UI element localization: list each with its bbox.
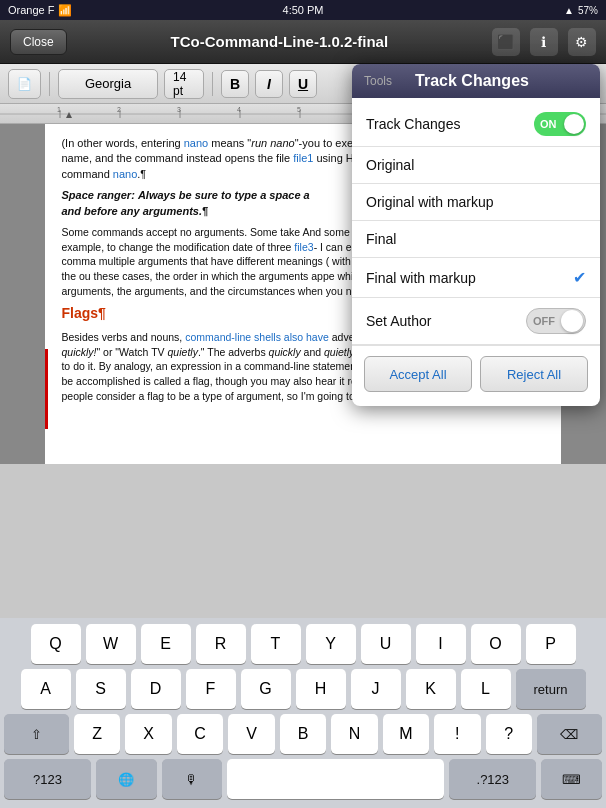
key-o[interactable]: O [471, 624, 521, 664]
time-label: 4:50 PM [283, 4, 324, 16]
key-k[interactable]: K [406, 669, 456, 709]
svg-text:4: 4 [237, 106, 241, 113]
set-author-off-label: OFF [533, 315, 555, 327]
carrier-label: Orange F [8, 4, 54, 16]
key-z[interactable]: Z [74, 714, 120, 754]
key-shift[interactable]: ⇧ [4, 714, 69, 754]
change-sidebar-mark [45, 349, 48, 429]
font-size-button[interactable]: 14 pt [164, 69, 204, 99]
key-s[interactable]: S [76, 669, 126, 709]
title-bar: Close TCo-Command-Line-1.0.2-final ⬛ ℹ ⚙ [0, 20, 606, 64]
key-d[interactable]: D [131, 669, 181, 709]
bold-button[interactable]: B [221, 70, 249, 98]
final-row[interactable]: Final [352, 221, 600, 258]
key-b[interactable]: B [280, 714, 326, 754]
reject-all-button[interactable]: Reject All [480, 356, 588, 392]
tools-tab[interactable]: Tools [364, 74, 392, 88]
key-u[interactable]: U [361, 624, 411, 664]
screenshot-icon[interactable]: ⬛ [492, 28, 520, 56]
insert-icon-btn[interactable]: 📄 [8, 69, 41, 99]
track-changes-title: Track Changes [415, 72, 529, 90]
key-r[interactable]: R [196, 624, 246, 664]
toolbar-sep-2 [212, 72, 213, 96]
title-bar-icons: ⬛ ℹ ⚙ [492, 28, 596, 56]
original-label: Original [366, 157, 414, 173]
key-q[interactable]: Q [31, 624, 81, 664]
track-changes-panel: Tools Track Changes Track Changes ON Ori… [352, 64, 600, 406]
track-changes-body: Track Changes ON Original Original with … [352, 98, 600, 406]
key-t[interactable]: T [251, 624, 301, 664]
key-e[interactable]: E [141, 624, 191, 664]
action-row: Accept All Reject All [352, 345, 600, 402]
original-markup-row[interactable]: Original with markup [352, 184, 600, 221]
key-f[interactable]: F [186, 669, 236, 709]
key-numbers[interactable]: ?123 [4, 759, 91, 799]
final-markup-row[interactable]: Final with markup ✔ [352, 258, 600, 298]
close-button[interactable]: Close [10, 29, 67, 55]
key-alt-numbers[interactable]: .?123 [449, 759, 536, 799]
svg-marker-11 [66, 112, 72, 118]
final-markup-label: Final with markup [366, 270, 476, 286]
key-x[interactable]: X [125, 714, 171, 754]
key-space[interactable] [227, 759, 444, 799]
keyboard: Q W E R T Y U I O P A S D F G H J K L re… [0, 618, 606, 808]
settings-icon[interactable]: ⚙ [568, 28, 596, 56]
key-delete[interactable]: ⌫ [537, 714, 602, 754]
svg-text:5: 5 [297, 106, 301, 113]
key-globe[interactable]: 🌐 [96, 759, 157, 799]
key-i[interactable]: I [416, 624, 466, 664]
underline-button[interactable]: U [289, 70, 317, 98]
key-mic[interactable]: 🎙 [162, 759, 223, 799]
key-return[interactable]: return [516, 669, 586, 709]
key-a[interactable]: A [21, 669, 71, 709]
final-markup-checkmark: ✔ [573, 268, 586, 287]
set-author-toggle[interactable]: OFF [526, 308, 586, 334]
info-icon[interactable]: ℹ [530, 28, 558, 56]
key-n[interactable]: N [331, 714, 377, 754]
document-title: TCo-Command-Line-1.0.2-final [171, 33, 389, 50]
set-author-label: Set Author [366, 313, 431, 329]
key-p[interactable]: P [526, 624, 576, 664]
italic-button[interactable]: I [255, 70, 283, 98]
key-l[interactable]: L [461, 669, 511, 709]
keyboard-row-4: ?123 🌐 🎙 .?123 ⌨ [4, 759, 602, 799]
key-keyboard[interactable]: ⌨ [541, 759, 602, 799]
original-row[interactable]: Original [352, 147, 600, 184]
track-changes-toggle-row[interactable]: Track Changes ON [352, 102, 600, 147]
battery-label: 57% [578, 5, 598, 16]
svg-text:1: 1 [57, 106, 61, 113]
final-label: Final [366, 231, 396, 247]
key-question[interactable]: ? [486, 714, 532, 754]
svg-text:3: 3 [177, 106, 181, 113]
wifi-icon: 📶 [58, 4, 72, 17]
keyboard-row-2: A S D F G H J K L return [4, 669, 602, 709]
status-bar: Orange F 📶 4:50 PM ▲ 57% [0, 0, 606, 20]
key-c[interactable]: C [177, 714, 223, 754]
set-author-row[interactable]: Set Author OFF [352, 298, 600, 345]
signal-icon: ▲ [564, 5, 574, 16]
keyboard-row-3: ⇧ Z X C V B N M ! ? ⌫ [4, 714, 602, 754]
svg-text:2: 2 [117, 106, 121, 113]
track-changes-toggle[interactable]: ON [534, 112, 586, 136]
key-h[interactable]: H [296, 669, 346, 709]
toggle-on-label: ON [540, 118, 557, 130]
track-changes-header: Tools Track Changes [352, 64, 600, 98]
accept-all-button[interactable]: Accept All [364, 356, 472, 392]
key-j[interactable]: J [351, 669, 401, 709]
key-m[interactable]: M [383, 714, 429, 754]
key-y[interactable]: Y [306, 624, 356, 664]
key-v[interactable]: V [228, 714, 274, 754]
set-author-knob [561, 310, 583, 332]
keyboard-row-1: Q W E R T Y U I O P [4, 624, 602, 664]
key-w[interactable]: W [86, 624, 136, 664]
key-g[interactable]: G [241, 669, 291, 709]
track-changes-label: Track Changes [366, 116, 460, 132]
key-exclaim[interactable]: ! [434, 714, 480, 754]
toolbar-sep-1 [49, 72, 50, 96]
original-markup-label: Original with markup [366, 194, 494, 210]
toggle-knob [564, 114, 584, 134]
font-name-button[interactable]: Georgia [58, 69, 158, 99]
